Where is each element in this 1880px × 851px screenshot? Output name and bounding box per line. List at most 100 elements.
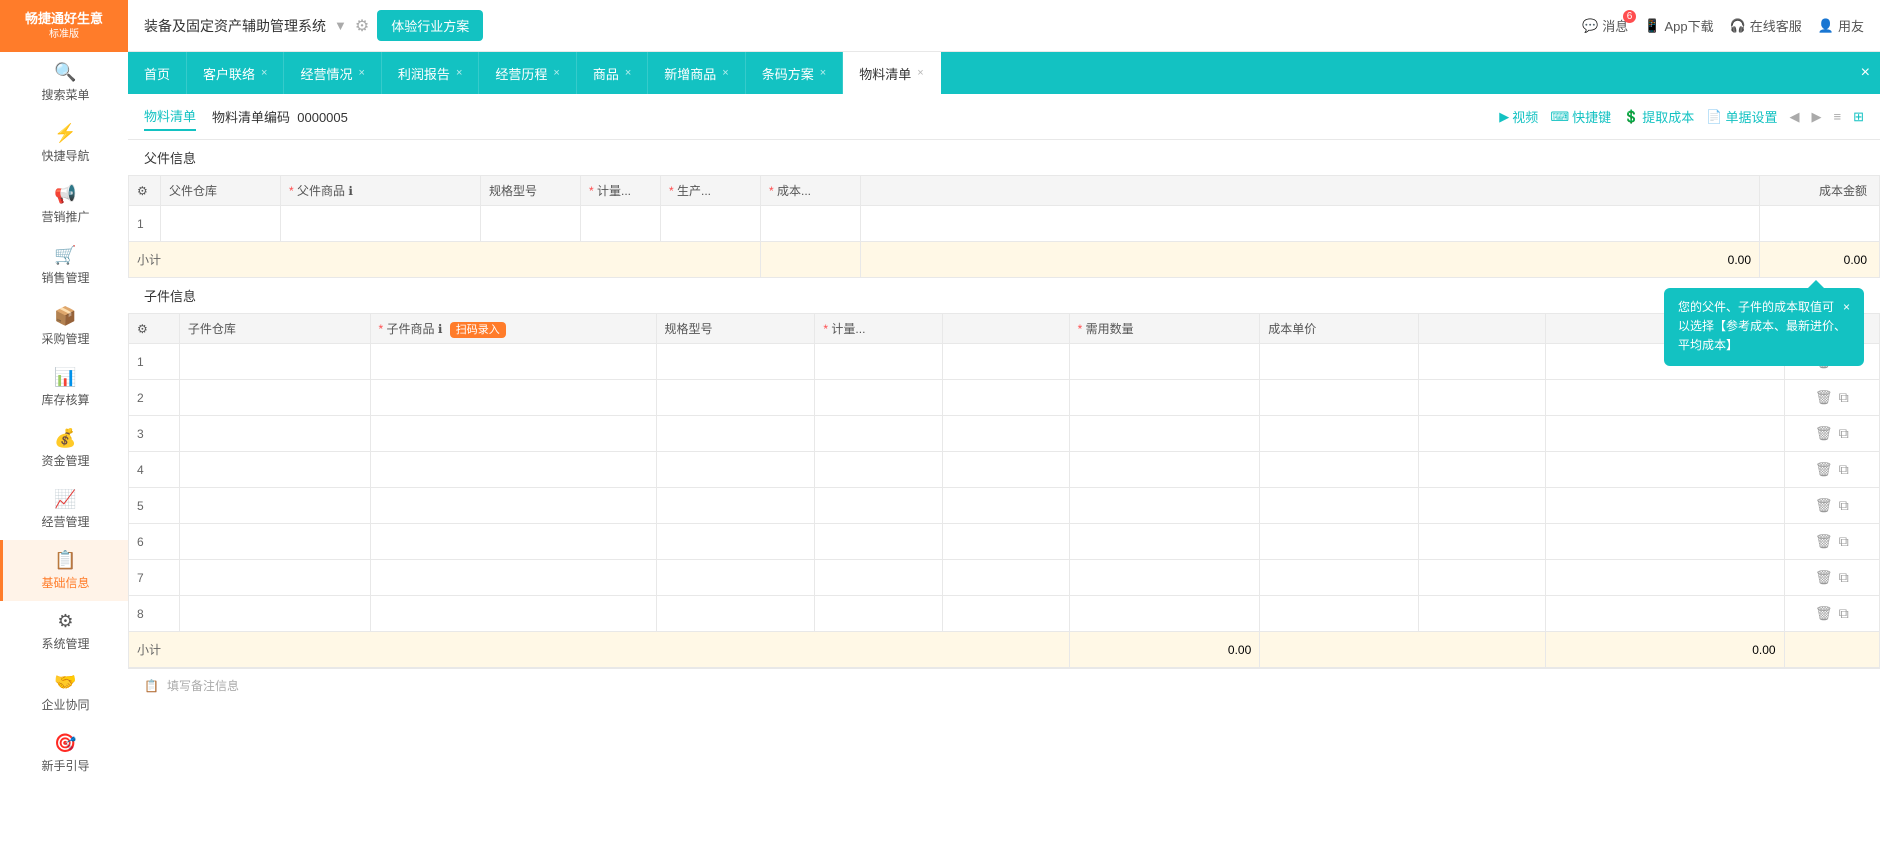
nav-next-icon[interactable]: ▶ xyxy=(1812,109,1822,125)
dropdown-arrow-icon[interactable]: ▼ xyxy=(334,18,347,33)
single-settings-button[interactable]: 📄 单据设置 xyxy=(1706,107,1777,126)
cell-child-warehouse[interactable] xyxy=(179,344,370,380)
cell-child-spec[interactable] xyxy=(656,380,815,416)
cell-child-product[interactable] xyxy=(370,560,656,596)
delete-icon[interactable]: 🗑 xyxy=(1815,389,1833,406)
cell-produce[interactable] xyxy=(661,206,761,242)
user-button[interactable]: 👤 用友 xyxy=(1818,16,1864,35)
online-service-button[interactable]: 🎧 在线客服 xyxy=(1730,16,1802,35)
sidebar-item-enterprise[interactable]: 🤝 企业协同 xyxy=(0,662,128,723)
cell-qty[interactable] xyxy=(1069,560,1260,596)
tab-bom[interactable]: 物料清单 × xyxy=(843,52,940,94)
cell-child-warehouse[interactable] xyxy=(179,560,370,596)
cell-child-spec[interactable] xyxy=(656,452,815,488)
cell-unit-price[interactable] xyxy=(1260,452,1419,488)
cell-child-unit[interactable] xyxy=(815,380,942,416)
cell-child-unit[interactable] xyxy=(815,488,942,524)
cell-unit-price[interactable] xyxy=(1260,344,1419,380)
tab-close-icon[interactable]: × xyxy=(917,67,923,79)
cell-child-unit[interactable] xyxy=(815,560,942,596)
sub-tab-bom-list[interactable]: 物料清单 xyxy=(144,102,196,131)
tab-operations[interactable]: 经营情况 × xyxy=(284,52,381,94)
cell-child-product[interactable] xyxy=(370,596,656,632)
cell-child-spec[interactable] xyxy=(656,524,815,560)
cell-child-product[interactable] xyxy=(370,488,656,524)
copy-icon[interactable]: ⧉ xyxy=(1839,605,1849,622)
cell-child-unit[interactable] xyxy=(815,416,942,452)
copy-icon[interactable]: ⧉ xyxy=(1839,533,1849,550)
sidebar-item-basic-info[interactable]: 📋 基础信息 xyxy=(0,540,128,601)
tab-close-icon[interactable]: × xyxy=(722,67,728,79)
tab-close-icon[interactable]: × xyxy=(625,67,631,79)
scroll-area[interactable]: × 您的父件、子件的成本取值可以选择【参考成本、最新进价、平均成本】 父件信息 … xyxy=(128,140,1880,851)
cell-qty[interactable] xyxy=(1069,452,1260,488)
sidebar-item-search[interactable]: 🔍 搜索菜单 xyxy=(0,52,128,113)
cell-unit[interactable] xyxy=(581,206,661,242)
tab-customer[interactable]: 客户联络 × xyxy=(187,52,284,94)
cell-child-warehouse[interactable] xyxy=(179,452,370,488)
tab-barcode[interactable]: 条码方案 × xyxy=(746,52,843,94)
cell-child-warehouse[interactable] xyxy=(179,416,370,452)
tab-new-goods[interactable]: 新增商品 × xyxy=(648,52,745,94)
cell-qty[interactable] xyxy=(1069,416,1260,452)
sidebar-item-purchase[interactable]: 📦 采购管理 xyxy=(0,296,128,357)
cell-qty[interactable] xyxy=(1069,488,1260,524)
cell-child-unit[interactable] xyxy=(815,344,942,380)
shortcut-button[interactable]: ⌨ 快捷键 xyxy=(1550,107,1611,126)
tooltip-close-button[interactable]: × xyxy=(1843,298,1850,317)
delete-icon[interactable]: 🗑 xyxy=(1815,425,1833,442)
cell-child-warehouse[interactable] xyxy=(179,380,370,416)
tab-home[interactable]: 首页 xyxy=(128,52,187,94)
cell-child-product[interactable] xyxy=(370,452,656,488)
cell-qty[interactable] xyxy=(1069,380,1260,416)
cell-unit-price[interactable] xyxy=(1260,524,1419,560)
cell-child-warehouse[interactable] xyxy=(179,524,370,560)
tab-close-icon[interactable]: × xyxy=(358,67,364,79)
delete-icon[interactable]: 🗑 xyxy=(1815,533,1833,550)
delete-icon[interactable]: 🗑 xyxy=(1815,605,1833,622)
copy-icon[interactable]: ⧉ xyxy=(1839,569,1849,586)
cell-child-product[interactable] xyxy=(370,524,656,560)
cell-qty[interactable] xyxy=(1069,524,1260,560)
sidebar-item-sales[interactable]: 🛒 销售管理 xyxy=(0,235,128,296)
close-all-tabs-icon[interactable]: × xyxy=(1851,52,1880,94)
cell-parent-product[interactable] xyxy=(281,206,481,242)
cell-spec[interactable] xyxy=(481,206,581,242)
cell-child-unit[interactable] xyxy=(815,524,942,560)
cell-child-warehouse[interactable] xyxy=(179,596,370,632)
sidebar-item-operations[interactable]: 📈 经营管理 xyxy=(0,479,128,540)
settings-gear-icon[interactable]: ⚙ xyxy=(355,16,369,36)
th-gear-child[interactable]: ⚙ xyxy=(129,314,180,344)
tab-history[interactable]: 经营历程 × xyxy=(479,52,576,94)
cell-child-spec[interactable] xyxy=(656,416,815,452)
nav-prev-icon[interactable]: ◀ xyxy=(1790,109,1800,125)
cell-child-product[interactable] xyxy=(370,380,656,416)
cell-child-spec[interactable] xyxy=(656,344,815,380)
cell-cost[interactable] xyxy=(761,206,861,242)
copy-icon[interactable]: ⧉ xyxy=(1839,461,1849,478)
copy-icon[interactable]: ⧉ xyxy=(1839,497,1849,514)
cell-child-warehouse[interactable] xyxy=(179,488,370,524)
tab-goods[interactable]: 商品 × xyxy=(577,52,648,94)
cell-parent-warehouse[interactable] xyxy=(161,206,281,242)
list-view-icon[interactable]: ≡ xyxy=(1834,109,1842,124)
cell-child-unit[interactable] xyxy=(815,452,942,488)
cell-child-product[interactable] xyxy=(370,416,656,452)
sidebar-item-marketing[interactable]: 📢 营销推广 xyxy=(0,174,128,235)
th-gear[interactable]: ⚙ xyxy=(129,176,161,206)
cell-child-unit[interactable] xyxy=(815,596,942,632)
cell-unit-price[interactable] xyxy=(1260,380,1419,416)
cell-child-product[interactable] xyxy=(370,344,656,380)
sidebar-item-finance[interactable]: 💰 资金管理 xyxy=(0,418,128,479)
tab-profit[interactable]: 利润报告 × xyxy=(382,52,479,94)
app-download-button[interactable]: 📱 App下载 xyxy=(1644,16,1713,35)
extract-cost-button[interactable]: 💲 提取成本 xyxy=(1623,107,1694,126)
scan-badge[interactable]: 扫码录入 xyxy=(450,322,506,338)
video-button[interactable]: ▶ 视频 xyxy=(1499,107,1538,126)
cell-child-spec[interactable] xyxy=(656,488,815,524)
sidebar-item-inventory[interactable]: 📊 库存核算 xyxy=(0,357,128,418)
sidebar-item-quick-nav[interactable]: ⚡ 快捷导航 xyxy=(0,113,128,174)
cell-unit-price[interactable] xyxy=(1260,560,1419,596)
tab-close-icon[interactable]: × xyxy=(261,67,267,79)
sidebar-item-guide[interactable]: 🎯 新手引导 xyxy=(0,723,128,784)
